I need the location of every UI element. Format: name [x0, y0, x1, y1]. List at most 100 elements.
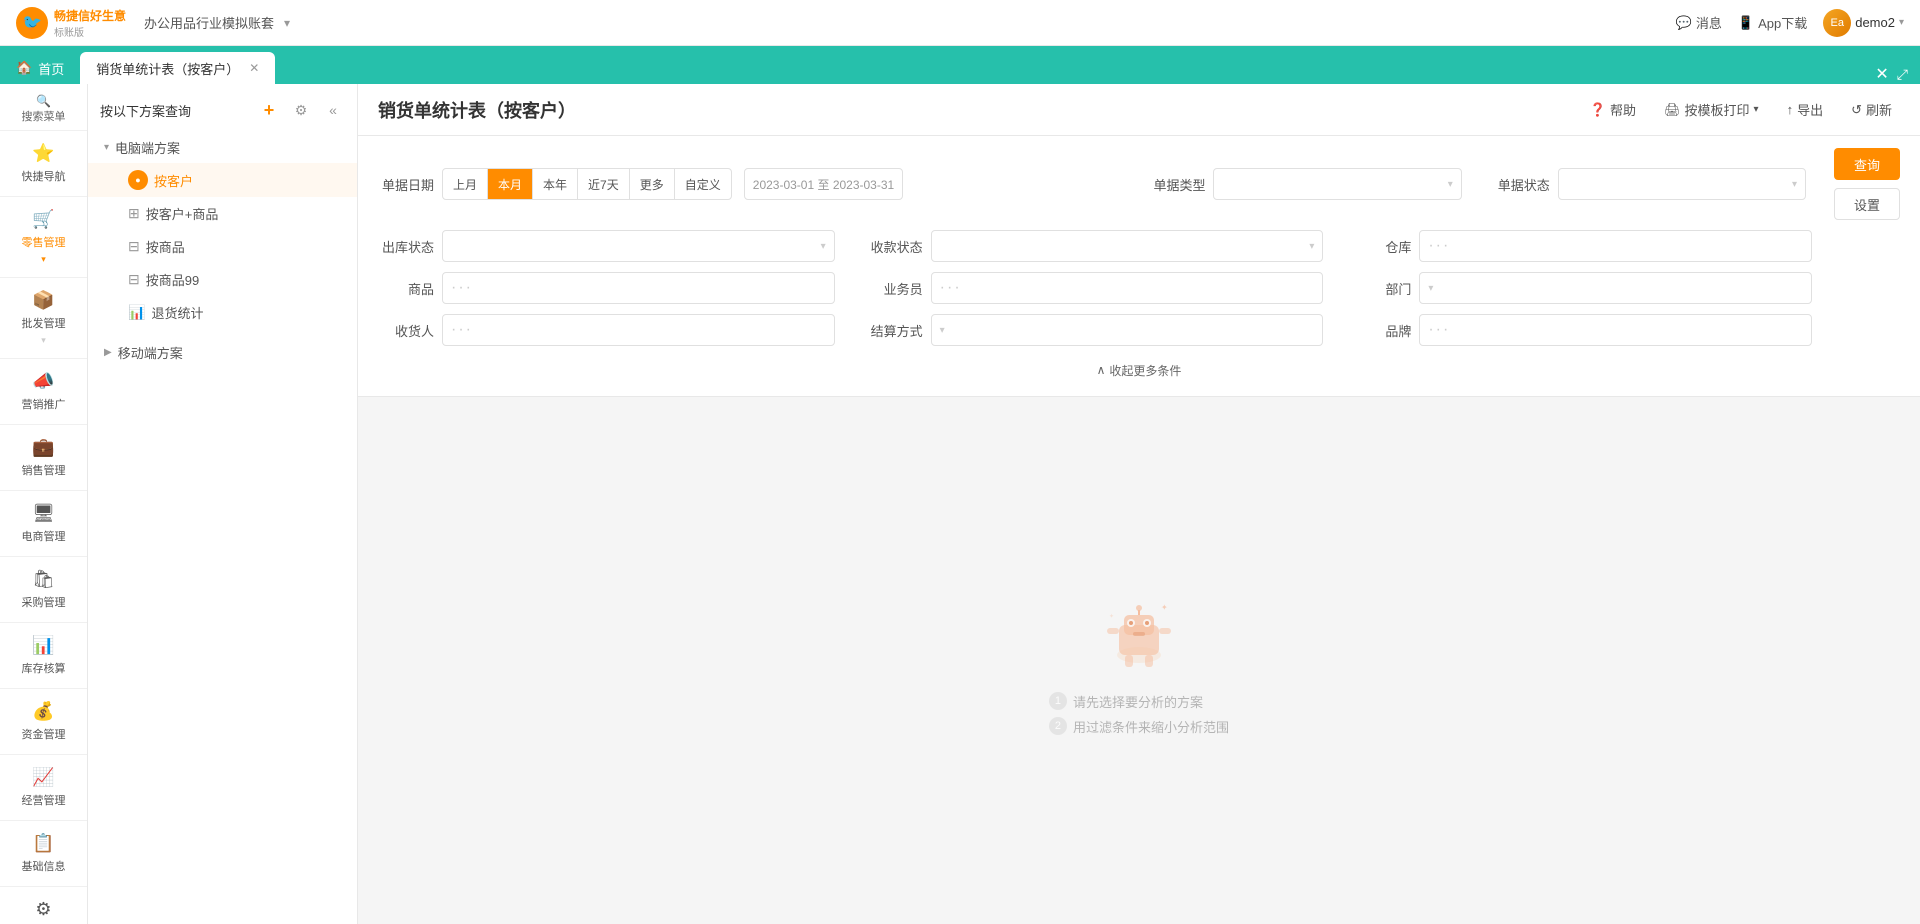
window-close-icon[interactable]: ✕	[1875, 64, 1888, 84]
dropdown-arrow-icon[interactable]: ▾	[284, 16, 290, 30]
sidebar-item-sales[interactable]: 💼 销售管理	[0, 425, 87, 491]
doc-status-arrow-icon: ▾	[1792, 179, 1797, 190]
desktop-scheme-parent[interactable]: ▾ 电脑端方案	[88, 132, 357, 163]
settings-button[interactable]: 设置	[1834, 188, 1900, 220]
receiver-field[interactable]: ···	[442, 314, 835, 346]
message-icon: 💬	[1676, 15, 1692, 31]
tab-home[interactable]: 🏠 首页	[0, 52, 80, 84]
query-button[interactable]: 查询	[1834, 148, 1900, 180]
sidebar-item-retail[interactable]: 🛒 零售管理 ▾	[0, 197, 87, 278]
product-field[interactable]: ···	[442, 272, 835, 304]
refresh-button[interactable]: ↺ 刷新	[1843, 96, 1900, 123]
by-customer-icon: ●	[128, 170, 148, 190]
header-left: 🐦 畅捷信好生意 标账版 办公用品行业模拟账套 ▾	[16, 7, 290, 39]
date-tab-current-year[interactable]: 本年	[533, 169, 578, 199]
doc-type-arrow-icon: ▾	[1448, 179, 1453, 190]
empty-state: ✦ ✦ 1 请先选择要分析的方案 2 用过滤条件来缩小分析范围	[1049, 580, 1229, 742]
sidebar-item-ecommerce[interactable]: 🖥 电商管理	[0, 491, 87, 557]
page-title: 销货单统计表（按客户）	[378, 97, 576, 135]
avatar: Ea	[1823, 9, 1851, 37]
sidebar-item-system[interactable]: ⚙ 系统管理	[0, 887, 87, 924]
payment-arrow-icon: ▾	[1309, 241, 1314, 252]
filter-area: 单据日期 上月 本月 本年 近7天 更多 自定义 2023-03-01 至 20…	[358, 136, 1920, 397]
refresh-icon: ↺	[1851, 102, 1862, 118]
user-dropdown-icon: ▾	[1899, 17, 1904, 28]
page-actions: ❓ 帮助 🖨 按模板打印 ▾ ↑ 导出 ↺ 刷新	[1582, 96, 1900, 135]
print-dropdown-icon: ▾	[1754, 104, 1759, 115]
scheme-by-customer-product[interactable]: ⊞ 按客户+商品	[88, 197, 357, 230]
by-product-99-icon: ⊟	[128, 271, 140, 288]
date-tab-last-7-days[interactable]: 近7天	[578, 169, 630, 199]
outbound-field[interactable]: ▾	[442, 230, 835, 262]
return-stats-icon: 📊	[128, 304, 145, 321]
date-tab-last-month[interactable]: 上月	[443, 169, 488, 199]
sidebar-quick-nav[interactable]: ⭐ 快捷导航	[0, 131, 87, 197]
outbound-label: 出库状态	[378, 237, 434, 256]
sidebar-item-marketing[interactable]: 📣 营销推广	[0, 359, 87, 425]
window-maximize-icon[interactable]: ⤢	[1897, 66, 1908, 83]
collapse-icon: ∧	[1097, 363, 1106, 377]
department-arrow-icon: ▾	[1428, 283, 1433, 294]
help-button[interactable]: ❓ 帮助	[1582, 96, 1644, 123]
sidebar-item-basic[interactable]: 📋 基础信息	[0, 821, 87, 887]
collapse-filter-button[interactable]: ∧ 收起更多条件	[378, 356, 1900, 384]
main-layout: 🔍 搜索菜单 ⭐ 快捷导航 🛒 零售管理 ▾ 📦 批发管理 ▾ 📣 营销推广 💼…	[0, 84, 1920, 924]
payment-field[interactable]: ▾	[931, 230, 1324, 262]
app-download-button[interactable]: 📱 App下载	[1738, 13, 1807, 32]
receiver-label: 收货人	[378, 321, 434, 340]
settlement-field[interactable]: ▾	[931, 314, 1324, 346]
page-header: 销货单统计表（按客户） ❓ 帮助 🖨 按模板打印 ▾ ↑ 导出 ↺ 刷新	[358, 84, 1920, 136]
scheme-by-customer[interactable]: ● 按客户	[88, 163, 357, 197]
outbound-arrow-icon: ▾	[821, 241, 826, 252]
mobile-scheme-parent[interactable]: ▶ 移动端方案	[88, 337, 357, 368]
scheme-by-product[interactable]: ⊟ 按商品	[88, 230, 357, 263]
brand-field[interactable]: ···	[1419, 314, 1812, 346]
logo-text: 畅捷信好生意 标账版	[54, 7, 126, 39]
by-customer-product-icon: ⊞	[128, 205, 140, 222]
product-label: 商品	[378, 279, 434, 298]
salesperson-field[interactable]: ···	[931, 272, 1324, 304]
collapse-panel-button[interactable]: «	[321, 98, 345, 122]
help-icon: ❓	[1590, 102, 1606, 118]
tab-close-icon[interactable]: ✕	[249, 61, 259, 75]
svg-text:✦: ✦	[1109, 613, 1114, 620]
doc-type-field[interactable]: ▾	[1213, 168, 1461, 200]
settlement-label: 结算方式	[867, 321, 923, 340]
date-group: 上月 本月 本年 近7天 更多 自定义	[442, 168, 732, 200]
export-button[interactable]: ↑ 导出	[1779, 96, 1832, 123]
receiver-more-icon: ···	[451, 321, 473, 339]
export-icon: ↑	[1787, 102, 1794, 117]
desktop-scheme-group: ▾ 电脑端方案 ● 按客户 ⊞ 按客户+商品 ⊟ 按商品 ⊟ 按商品99 📊	[88, 128, 357, 333]
sidebar-item-finance[interactable]: 💰 资金管理	[0, 689, 87, 755]
user-menu[interactable]: Ea demo2 ▾	[1823, 9, 1904, 37]
sidebar-item-inventory[interactable]: 📊 库存核算	[0, 623, 87, 689]
message-button[interactable]: 💬 消息	[1676, 13, 1722, 32]
sidebar-item-wholesale[interactable]: 📦 批发管理 ▾	[0, 278, 87, 359]
quick-nav-icon: ⭐	[32, 143, 54, 164]
add-scheme-button[interactable]: +	[257, 98, 281, 122]
date-tab-more[interactable]: 更多	[630, 169, 675, 199]
date-range-display[interactable]: 2023-03-01 至 2023-03-31	[744, 168, 903, 200]
system-title: 办公用品行业模拟账套	[144, 13, 274, 32]
tab-sales-by-customer[interactable]: 销货单统计表（按客户） ✕	[80, 52, 275, 84]
mobile-arrow-icon: ▶	[104, 347, 112, 358]
department-field[interactable]: ▾	[1419, 272, 1812, 304]
sidebar-search[interactable]: 🔍 搜索菜单	[0, 84, 87, 131]
date-tab-current-month[interactable]: 本月	[488, 169, 533, 199]
warehouse-label: 仓库	[1355, 237, 1411, 256]
warehouse-field[interactable]: ···	[1419, 230, 1812, 262]
logo-icon: 🐦	[16, 7, 48, 39]
empty-tip-1: 1 请先选择要分析的方案	[1049, 692, 1229, 711]
brand-label: 品牌	[1355, 321, 1411, 340]
sidebar-item-purchase[interactable]: 🛍 采购管理	[0, 557, 87, 623]
top-header: 🐦 畅捷信好生意 标账版 办公用品行业模拟账套 ▾ 💬 消息 📱 App下载 E…	[0, 0, 1920, 46]
content-area: 销货单统计表（按客户） ❓ 帮助 🖨 按模板打印 ▾ ↑ 导出 ↺ 刷新	[358, 84, 1920, 924]
filter-row-3: 商品 ··· 业务员 ··· 部门 ▾	[378, 272, 1900, 304]
doc-status-field[interactable]: ▾	[1558, 168, 1806, 200]
scheme-settings-button[interactable]: ⚙	[289, 98, 313, 122]
date-tab-custom[interactable]: 自定义	[675, 169, 731, 199]
scheme-return-stats[interactable]: 📊 退货统计	[88, 296, 357, 329]
scheme-by-product-99[interactable]: ⊟ 按商品99	[88, 263, 357, 296]
sidebar-item-operations[interactable]: 📈 经营管理	[0, 755, 87, 821]
template-print-button[interactable]: 🖨 按模板打印 ▾	[1656, 96, 1767, 123]
